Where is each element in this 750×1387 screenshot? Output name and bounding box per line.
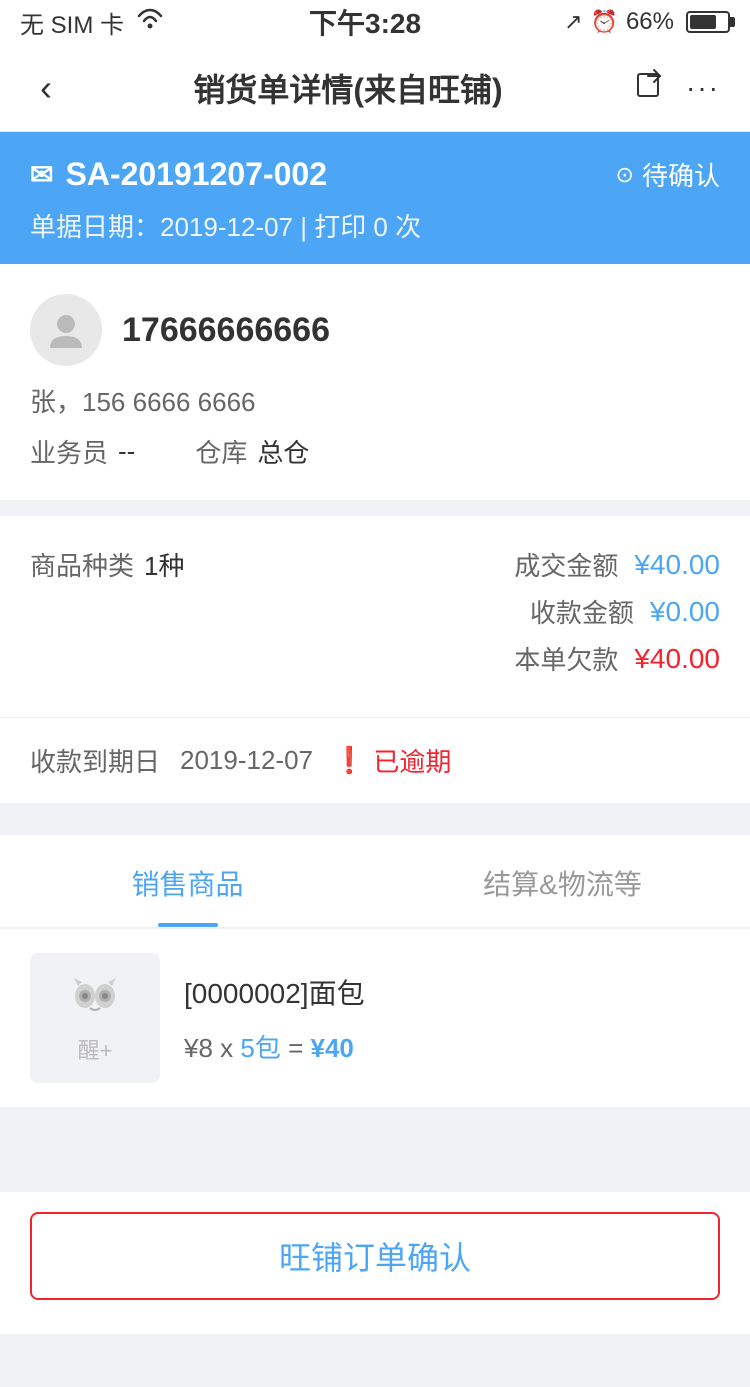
- product-name: [0000002]面包: [184, 972, 720, 1012]
- battery-percent: 66%: [626, 8, 674, 36]
- share-icon[interactable]: [634, 68, 666, 108]
- price-unit: ¥8: [184, 1033, 213, 1063]
- bottom-bar: 旺铺订单确认: [0, 1192, 750, 1334]
- product-thumb-content: 醒+: [60, 972, 130, 1065]
- payment-label: 收款金额: [530, 593, 634, 630]
- product-type-value: 1种: [144, 546, 184, 583]
- confirm-order-button[interactable]: 旺铺订单确认: [30, 1212, 720, 1300]
- due-date-value: 2019-12-07: [180, 745, 313, 776]
- equals-sign: =: [288, 1033, 310, 1063]
- tabs-header: 销售商品 结算&物流等: [0, 835, 750, 929]
- warehouse-value: 总仓: [257, 433, 309, 470]
- nav-bar: ‹ 销货单详情(来自旺铺) ···: [0, 44, 750, 132]
- tabs-section: 销售商品 结算&物流等: [0, 835, 750, 1107]
- sales-value: --: [118, 436, 135, 467]
- order-number-row: ✉ SA-20191207-002: [30, 156, 327, 193]
- divider-1: [0, 500, 750, 516]
- wifi-icon: [134, 8, 166, 37]
- nav-actions: ···: [634, 68, 720, 108]
- thumb-label: 醒+: [60, 1033, 130, 1065]
- owed-row: 本单欠款 ¥40.00: [514, 640, 720, 677]
- transaction-label: 成交金额: [514, 546, 618, 583]
- transaction-value: ¥40.00: [634, 549, 720, 581]
- due-date-label: 收款到期日: [30, 742, 160, 779]
- sales-meta: 业务员 --: [30, 433, 135, 470]
- status-left: 无 SIM 卡: [20, 5, 166, 40]
- overdue-icon: ❗: [333, 745, 365, 776]
- product-list: 醒+ [0000002]面包 ¥8 x 5包 = ¥40: [0, 929, 750, 1107]
- order-header: ✉ SA-20191207-002 ⊙ 待确认 单据日期：2019-12-07 …: [0, 132, 750, 264]
- tab-settlement[interactable]: 结算&物流等: [375, 835, 750, 927]
- tab-sales-product[interactable]: 销售商品: [0, 835, 375, 927]
- payment-row: 收款金额 ¥0.00: [514, 593, 720, 630]
- more-icon[interactable]: ···: [686, 72, 720, 104]
- warehouse-meta: 仓库 总仓: [195, 433, 309, 470]
- customer-avatar: [30, 294, 102, 366]
- status-right: ↗ ⏰ 66%: [564, 8, 730, 36]
- order-status: ⊙ 待确认: [616, 156, 720, 193]
- multiply-sign: x: [220, 1033, 240, 1063]
- page-title: 销货单详情(来自旺铺): [193, 65, 502, 111]
- amounts-section: 成交金额 ¥40.00 收款金额 ¥0.00 本单欠款 ¥40.00: [514, 546, 720, 687]
- tab-sales-product-label: 销售商品: [131, 869, 243, 900]
- product-details: [0000002]面包 ¥8 x 5包 = ¥40: [184, 972, 720, 1065]
- order-date: 单据日期：2019-12-07 | 打印 0 次: [30, 207, 720, 244]
- customer-contact: 张，156 6666 6666: [30, 382, 720, 419]
- due-section: 收款到期日 2019-12-07 ❗ 已逾期: [0, 717, 750, 803]
- status-time: 下午3:28: [309, 2, 421, 42]
- product-thumbnail: 醒+: [30, 953, 160, 1083]
- sales-label: 业务员: [30, 433, 108, 470]
- qty-value: 5包: [240, 1033, 280, 1063]
- status-clock-icon: ⊙: [616, 162, 634, 188]
- owed-value: ¥40.00: [634, 643, 720, 675]
- location-icon: ↗: [564, 9, 582, 35]
- overdue-badge: ❗ 已逾期: [333, 742, 451, 779]
- status-bar: 无 SIM 卡 下午3:28 ↗ ⏰ 66%: [0, 0, 750, 44]
- owed-label: 本单欠款: [514, 640, 618, 677]
- summary-section: 商品种类 1种 成交金额 ¥40.00 收款金额 ¥0.00 本单欠款 ¥40.…: [0, 516, 750, 717]
- payment-value: ¥0.00: [650, 596, 720, 628]
- confirm-button-label: 旺铺订单确认: [279, 1233, 471, 1279]
- order-number-text: SA-20191207-002: [65, 156, 327, 193]
- price-total: ¥40: [311, 1033, 354, 1063]
- transaction-row: 成交金额 ¥40.00: [514, 546, 720, 583]
- back-button[interactable]: ‹: [30, 57, 62, 119]
- warehouse-label: 仓库: [195, 433, 247, 470]
- carrier-text: 无 SIM 卡: [20, 5, 124, 40]
- customer-section: 17666666666 张，156 6666 6666 业务员 -- 仓库 总仓: [0, 264, 750, 500]
- product-type-row: 商品种类 1种: [30, 546, 184, 583]
- customer-phone: 17666666666: [122, 311, 330, 350]
- overdue-text: 已逾期: [373, 742, 451, 779]
- alarm-icon: ⏰: [591, 9, 618, 35]
- customer-meta: 业务员 -- 仓库 总仓: [30, 433, 720, 470]
- status-text: 待确认: [642, 156, 720, 193]
- table-row: 醒+ [0000002]面包 ¥8 x 5包 = ¥40: [30, 953, 720, 1083]
- tab-settlement-label: 结算&物流等: [483, 869, 642, 900]
- product-price-row: ¥8 x 5包 = ¥40: [184, 1028, 720, 1065]
- order-envelope-icon: ✉: [30, 158, 53, 191]
- battery-icon: [686, 11, 730, 33]
- divider-2: [0, 803, 750, 819]
- product-type-label: 商品种类: [30, 546, 134, 583]
